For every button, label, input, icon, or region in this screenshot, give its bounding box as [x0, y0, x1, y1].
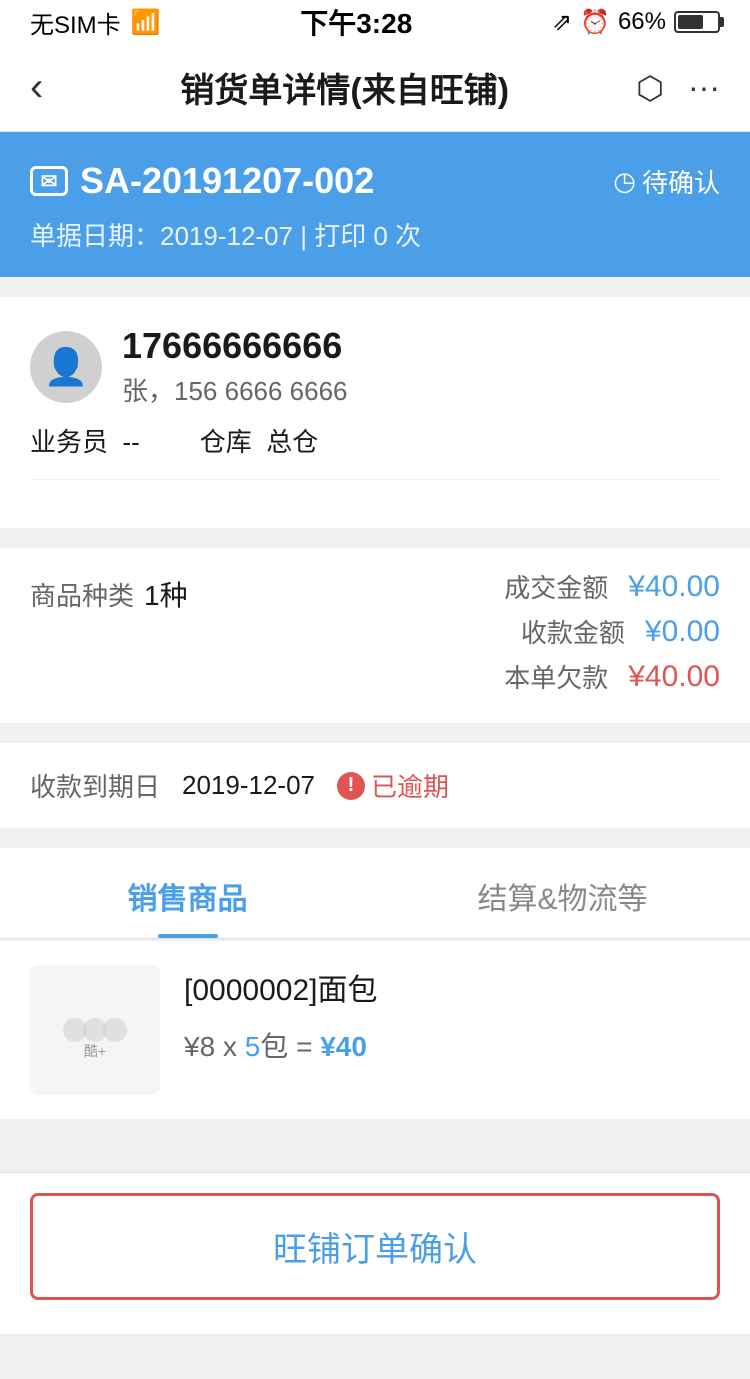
back-button[interactable]: ‹ — [30, 65, 53, 110]
tab-sales-products-label: 销售商品 — [128, 883, 248, 916]
collection-value: ¥0.00 — [645, 615, 720, 649]
order-header: ✉ SA-20191207-002 ◷ 待确认 单据日期：2019-12-07 … — [0, 132, 750, 277]
warehouse-label: 仓库 总仓 — [200, 422, 318, 459]
battery-fill — [678, 15, 703, 29]
bottom-button-area: 旺铺订单确认 — [0, 1172, 750, 1334]
quantity-value: 5 — [245, 1031, 261, 1062]
tabs-section: 销售商品 结算&物流等 — [0, 848, 750, 939]
order-status: ◷ 待确认 — [613, 163, 720, 200]
nav-bar: ‹ 销货单详情(来自旺铺) ⬡ ··· — [0, 44, 750, 132]
order-id-text: SA-20191207-002 — [80, 160, 374, 202]
product-code: [0000002] — [184, 974, 317, 1007]
battery-icon — [674, 11, 720, 33]
customer-phone: 17666666666 — [122, 325, 348, 367]
due-section: 收款到期日 2019-12-07 ! 已逾期 — [0, 743, 750, 828]
clock-icon: ◷ — [613, 166, 636, 197]
battery-label: 66% — [618, 8, 666, 36]
equals-sign: = — [296, 1031, 320, 1062]
order-id: ✉ SA-20191207-002 — [30, 160, 374, 202]
time-label: 下午3:28 — [300, 2, 412, 42]
price-value: ¥8 — [184, 1031, 215, 1062]
transaction-row: 成交金额 ¥40.00 — [504, 568, 720, 605]
unit-value: 包 — [260, 1031, 288, 1062]
customer-meta: 业务员 -- 仓库 总仓 — [30, 422, 720, 459]
carrier-label: 无SIM卡 — [30, 5, 121, 40]
share-icon[interactable]: ⬡ — [636, 69, 664, 107]
transaction-label: 成交金额 — [504, 568, 608, 605]
product-name-text: 面包 — [317, 974, 377, 1007]
owed-value: ¥40.00 — [628, 660, 720, 694]
svg-text:酷+: 酷+ — [84, 1043, 106, 1059]
status-text: 待确认 — [642, 163, 720, 200]
alarm-icon: ⏰ — [580, 8, 610, 37]
customer-details: 17666666666 张，156 6666 6666 — [122, 325, 348, 408]
more-icon[interactable]: ··· — [688, 69, 720, 106]
product-image: 酷+ — [30, 965, 160, 1095]
overdue-badge: ! 已逾期 — [337, 767, 449, 804]
avatar-icon: 👤 — [44, 346, 89, 388]
product-logo-svg: 酷+ — [55, 1000, 135, 1060]
customer-section: 👤 17666666666 张，156 6666 6666 业务员 -- 仓库 … — [0, 297, 750, 528]
overdue-icon: ! — [337, 772, 365, 800]
order-header-top: ✉ SA-20191207-002 ◷ 待确认 — [30, 160, 720, 202]
product-item: 酷+ [0000002]面包 ¥8 x 5包 = ¥40 — [30, 965, 720, 1095]
product-name: [0000002]面包 — [184, 965, 720, 1009]
salesperson-label: 业务员 -- — [30, 422, 140, 459]
wifi-icon: 📶 — [131, 8, 161, 37]
transaction-value: ¥40.00 — [628, 570, 720, 604]
status-right: ⇗ ⏰ 66% — [552, 8, 720, 37]
location-icon: ⇗ — [552, 8, 572, 37]
tabs-header: 销售商品 结算&物流等 — [0, 848, 750, 939]
summary-right: 成交金额 ¥40.00 收款金额 ¥0.00 本单欠款 ¥40.00 — [344, 568, 720, 695]
summary-section: 商品种类 1种 成交金额 ¥40.00 收款金额 ¥0.00 本单欠款 ¥40.… — [0, 548, 750, 723]
confirm-button[interactable]: 旺铺订单确认 — [30, 1193, 720, 1300]
product-types-value: 1种 — [144, 574, 188, 614]
owed-label: 本单欠款 — [504, 658, 608, 695]
page-title: 销货单详情(来自旺铺) — [180, 63, 509, 112]
due-date-value: 2019-12-07 — [182, 770, 315, 801]
collection-label: 收款金额 — [521, 613, 625, 650]
customer-name: 张，156 6666 6666 — [122, 371, 348, 408]
product-section: 酷+ [0000002]面包 ¥8 x 5包 = ¥40 — [0, 941, 750, 1119]
overdue-text: 已逾期 — [371, 767, 449, 804]
product-price: ¥8 x 5包 = ¥40 — [184, 1025, 720, 1065]
total-value: ¥40 — [320, 1031, 367, 1062]
customer-top: 👤 17666666666 张，156 6666 6666 — [30, 325, 720, 408]
status-bar: 无SIM卡 📶 下午3:28 ⇗ ⏰ 66% — [0, 0, 750, 44]
product-types-label: 商品种类 — [30, 576, 134, 613]
status-left: 无SIM卡 📶 — [30, 5, 161, 40]
summary-left: 商品种类 1种 — [30, 568, 344, 614]
tab-settlement[interactable]: 结算&物流等 — [375, 848, 750, 938]
order-icon: ✉ — [30, 166, 68, 196]
order-date: 单据日期：2019-12-07 | 打印 0 次 — [30, 216, 720, 253]
multiply-sign: x — [223, 1031, 245, 1062]
owed-row: 本单欠款 ¥40.00 — [504, 658, 720, 695]
divider — [30, 479, 720, 480]
collection-row: 收款金额 ¥0.00 — [521, 613, 720, 650]
product-info: [0000002]面包 ¥8 x 5包 = ¥40 — [184, 965, 720, 1065]
avatar: 👤 — [30, 331, 102, 403]
nav-actions: ⬡ ··· — [636, 69, 720, 107]
due-label: 收款到期日 — [30, 767, 160, 804]
tab-settlement-label: 结算&物流等 — [477, 883, 647, 916]
salesperson-value: -- — [122, 427, 139, 457]
tab-sales-products[interactable]: 销售商品 — [0, 848, 375, 938]
warehouse-value: 总仓 — [266, 427, 318, 457]
